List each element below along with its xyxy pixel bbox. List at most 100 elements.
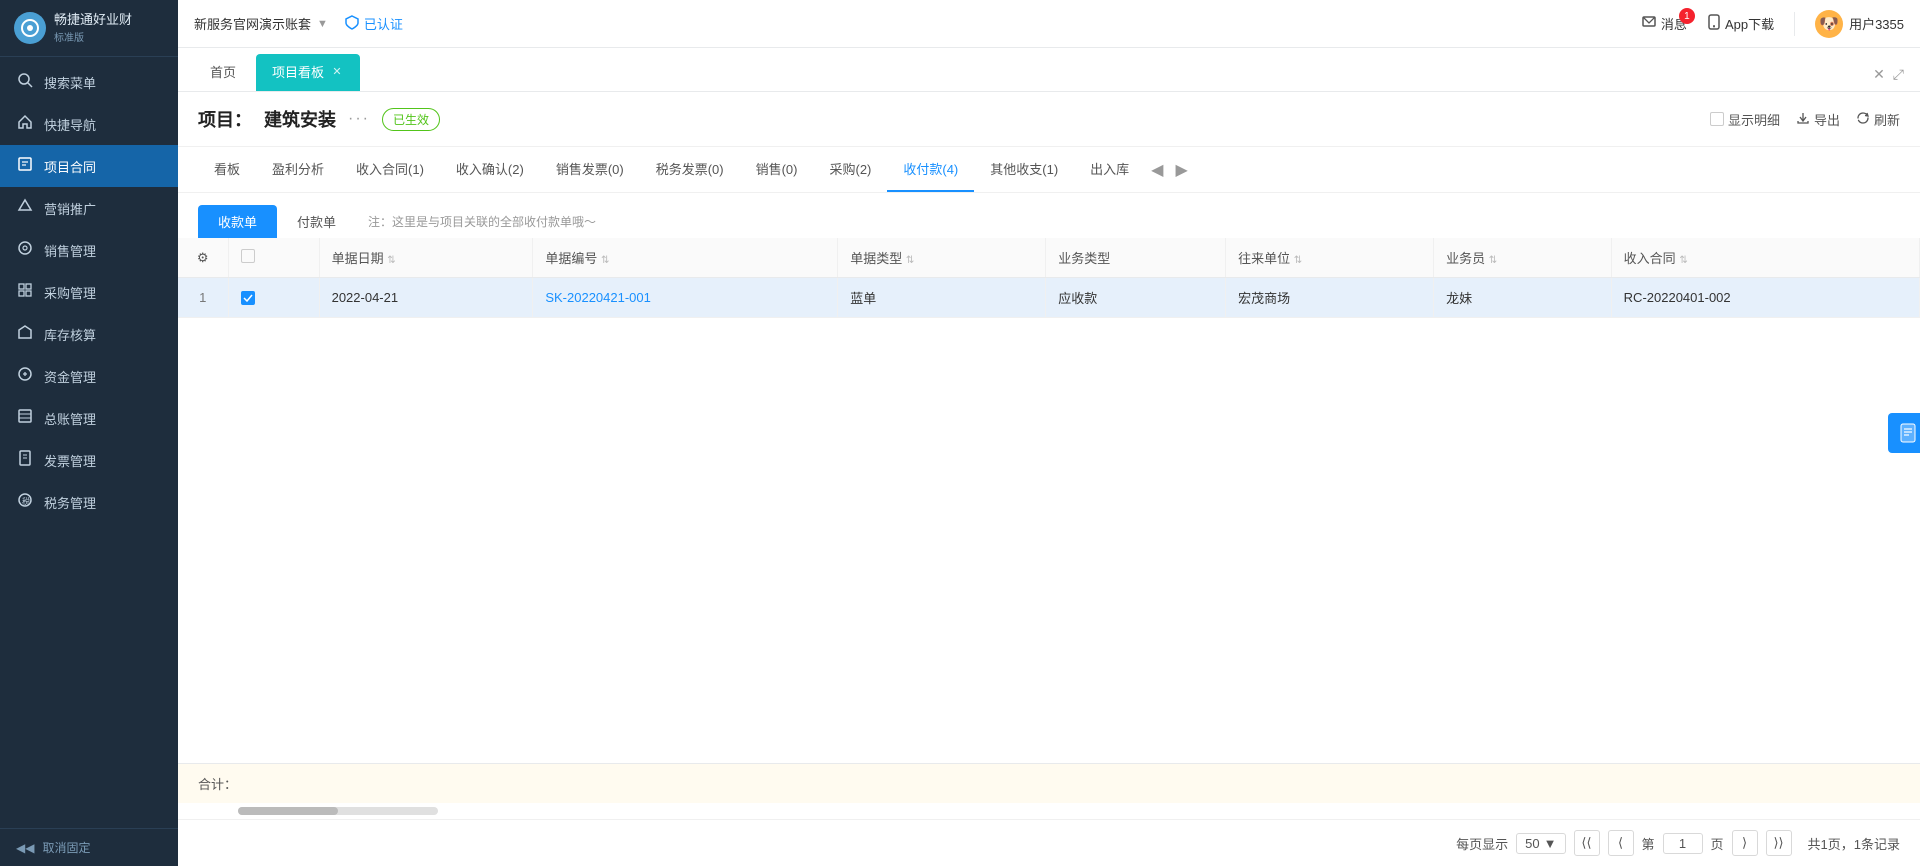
sidebar-item-purchase-mgmt[interactable]: 采购管理: [0, 271, 178, 313]
inner-tab-payment[interactable]: 付款单: [277, 205, 356, 238]
table-row[interactable]: 1 2022-04-21 SK-20220421-001 蓝单 应收款: [178, 278, 1920, 318]
subtab-profit[interactable]: 盈利分析: [256, 147, 340, 192]
app-download-button[interactable]: App下载: [1707, 14, 1774, 33]
receipts-table: ⚙ 单据日期 ⇅ 单据编号 ⇅: [178, 238, 1920, 318]
tab-home[interactable]: 首页: [194, 54, 252, 91]
row-biz-type-cell: 应收款: [1046, 278, 1226, 318]
project-status-badge: 已生效: [382, 108, 440, 131]
project-selector[interactable]: 新服务官网演示账套 ▼: [194, 14, 328, 33]
ledger-icon: [16, 408, 34, 428]
project-title: 建筑安装: [264, 106, 336, 132]
subtab-income-contract[interactable]: 收入合同(1): [340, 147, 440, 192]
sort-salesperson-icon: ⇅: [1489, 255, 1497, 266]
first-page-button[interactable]: ⟨⟨: [1574, 830, 1600, 856]
select-all-checkbox[interactable]: [241, 249, 255, 263]
page-label2: 页: [1711, 834, 1724, 853]
cancel-pin-button[interactable]: ◀◀ 取消固定: [0, 828, 178, 866]
horizontal-scrollbar[interactable]: [238, 807, 438, 815]
feedback-button[interactable]: [1888, 413, 1920, 453]
tab-close-icon[interactable]: ✕: [330, 65, 344, 79]
sidebar-item-tax[interactable]: 税 税务管理: [0, 481, 178, 523]
sort-number-icon: ⇅: [601, 255, 609, 266]
subtab-prev-arrow[interactable]: ◀: [1145, 152, 1169, 188]
topbar: 新服务官网演示账套 ▼ 已认证 消息 1 App下载: [178, 0, 1920, 48]
project-more-button[interactable]: ···: [348, 110, 370, 128]
window-controls: ✕ ⤢: [1873, 66, 1904, 91]
sidebar-item-sales-mgmt[interactable]: 销售管理: [0, 229, 178, 271]
page-info-label: 共1页，1条记录: [1808, 834, 1900, 853]
sidebar-item-ledger[interactable]: 总账管理: [0, 397, 178, 439]
tab-project-board-label: 项目看板: [272, 62, 324, 81]
app-logo-text: 畅捷通好业财 标准版: [54, 12, 132, 44]
total-label: 合计：: [198, 774, 237, 793]
subtab-inout[interactable]: 出入库: [1074, 147, 1145, 192]
message-button[interactable]: 消息 1: [1641, 14, 1687, 33]
subtab-other-expense[interactable]: 其他收支(1): [974, 147, 1074, 192]
subtab-tax-invoice[interactable]: 税务发票(0): [640, 147, 740, 192]
sidebar: 畅捷通好业财 标准版 搜索菜单 快捷导航 项目合同 营销推广: [0, 0, 178, 866]
page-size-selector[interactable]: 50 ▼: [1516, 833, 1565, 854]
table-header-partner[interactable]: 往来单位 ⇅: [1226, 238, 1434, 278]
subtab-sales[interactable]: 销售(0): [740, 147, 814, 192]
inner-tab-receipt[interactable]: 收款单: [198, 205, 277, 238]
pagination: 每页显示 50 ▼ ⟨⟨ ⟨ 第 1 页 ⟩ ⟩⟩ 共1页，1条记录: [178, 819, 1920, 866]
subtab-purchase[interactable]: 采购(2): [813, 147, 887, 192]
row-checkbox-cell[interactable]: [228, 278, 319, 318]
inner-tabs-note: 注：这里是与项目关联的全部收付款单哦～: [368, 213, 596, 230]
sidebar-item-search[interactable]: 搜索菜单: [0, 61, 178, 103]
inner-tabs: 收款单 付款单 注：这里是与项目关联的全部收付款单哦～: [178, 193, 1920, 238]
prev-page-button[interactable]: ⟨: [1608, 830, 1634, 856]
table-header-date[interactable]: 单据日期 ⇅: [319, 238, 533, 278]
next-page-button[interactable]: ⟩: [1732, 830, 1758, 856]
sidebar-nav: 搜索菜单 快捷导航 项目合同 营销推广 销售管理: [0, 57, 178, 828]
subtab-kanban[interactable]: 看板: [198, 147, 256, 192]
row-number-cell[interactable]: SK-20220421-001: [533, 278, 838, 318]
message-badge: 1: [1679, 8, 1695, 24]
project-actions: 显示明细 导出 刷新: [1710, 110, 1900, 129]
table-header-salesperson[interactable]: 业务员 ⇅: [1434, 238, 1612, 278]
inventory-icon: [16, 324, 34, 344]
sidebar-item-quick-nav[interactable]: 快捷导航: [0, 103, 178, 145]
page-size-dropdown-icon: ▼: [1544, 836, 1557, 851]
content-area: 项目： 建筑安装 ··· 已生效 显示明细 导出: [178, 92, 1920, 866]
scrollbar-thumb[interactable]: [238, 807, 338, 815]
sidebar-item-project-contract[interactable]: 项目合同: [0, 145, 178, 187]
table-header-number[interactable]: 单据编号 ⇅: [533, 238, 838, 278]
sort-date-icon: ⇅: [387, 255, 395, 266]
subtab-payment[interactable]: 收付款(4): [887, 147, 974, 192]
row-checkbox-input[interactable]: [241, 291, 255, 305]
table-header-type[interactable]: 单据类型 ⇅: [838, 238, 1046, 278]
subtab-next-arrow[interactable]: ▶: [1169, 152, 1193, 188]
table-header-income-contract[interactable]: 收入合同 ⇅: [1611, 238, 1919, 278]
last-page-button[interactable]: ⟩⟩: [1766, 830, 1792, 856]
settings-icon[interactable]: ⚙: [197, 250, 209, 265]
subtab-sales-invoice[interactable]: 销售发票(0): [540, 147, 640, 192]
search-icon: [16, 72, 34, 92]
table-settings-col[interactable]: ⚙: [178, 238, 228, 278]
show-detail-checkbox[interactable]: 显示明细: [1710, 110, 1780, 129]
user-menu[interactable]: 🐶 用户3355: [1815, 10, 1904, 38]
maximize-window-button[interactable]: ⤢: [1893, 66, 1904, 83]
subtab-income-confirm[interactable]: 收入确认(2): [440, 147, 540, 192]
message-icon: [1641, 14, 1657, 33]
sidebar-item-finance[interactable]: 资金管理: [0, 355, 178, 397]
sort-type-icon: ⇅: [906, 255, 914, 266]
row-type-cell: 蓝单: [838, 278, 1046, 318]
close-window-button[interactable]: ✕: [1873, 66, 1885, 83]
project-name-label: 新服务官网演示账套: [194, 14, 311, 33]
page-number-input[interactable]: 1: [1663, 833, 1703, 854]
export-icon: [1796, 111, 1810, 128]
sidebar-item-invoice[interactable]: 发票管理: [0, 439, 178, 481]
detail-checkbox-input[interactable]: [1710, 112, 1724, 126]
table-wrapper: ⚙ 单据日期 ⇅ 单据编号 ⇅: [178, 238, 1920, 763]
sidebar-item-marketing[interactable]: 营销推广: [0, 187, 178, 229]
tab-project-board[interactable]: 项目看板 ✕: [256, 54, 360, 91]
sidebar-item-inventory[interactable]: 库存核算: [0, 313, 178, 355]
refresh-button[interactable]: 刷新: [1856, 110, 1900, 129]
table-checkbox-col[interactable]: [228, 238, 319, 278]
doc-number-link[interactable]: SK-20220421-001: [545, 290, 651, 305]
divider: [1794, 12, 1795, 36]
shield-icon: [344, 14, 360, 33]
topbar-right: 消息 1 App下载 🐶 用户3355: [1641, 10, 1904, 38]
export-button[interactable]: 导出: [1796, 110, 1840, 129]
